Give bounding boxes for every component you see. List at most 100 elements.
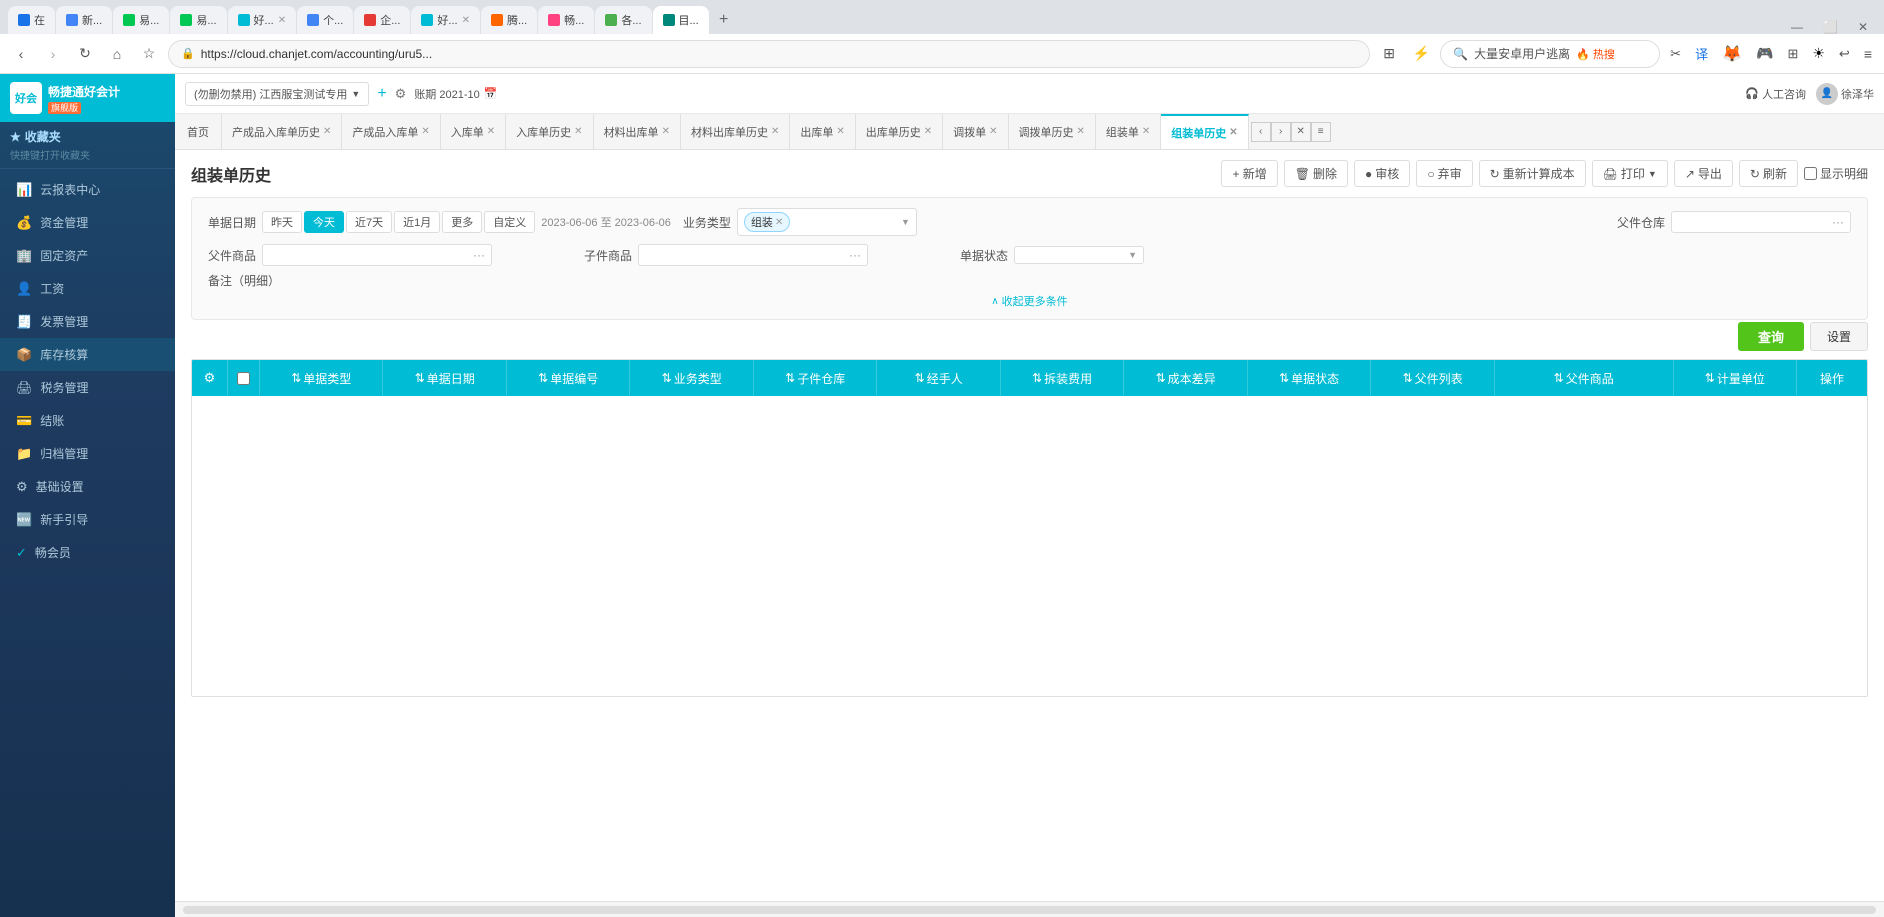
- date-btn-more[interactable]: 更多: [442, 211, 482, 233]
- tab-close-in-hist[interactable]: ✕: [574, 126, 582, 137]
- grid-icon[interactable]: ⊞: [1376, 41, 1402, 67]
- th-check[interactable]: [228, 360, 260, 396]
- new-button[interactable]: + 新增: [1221, 160, 1277, 187]
- tab-out-bill[interactable]: 出库单 ✕: [790, 114, 855, 150]
- th-disassemble-fee[interactable]: ⇅拆装费用: [1001, 360, 1124, 396]
- url-bar[interactable]: 🔒 https://cloud.chanjet.com/accounting/u…: [168, 40, 1370, 68]
- date-btn-7days[interactable]: 近7天: [346, 211, 392, 233]
- sidebar-item-guide[interactable]: 🆕 新手引导: [0, 503, 175, 536]
- sidebar-item-invoice[interactable]: 🧾 发票管理: [0, 305, 175, 338]
- tab-in-bill[interactable]: 入库单 ✕: [441, 114, 506, 150]
- sidebar-item-cloud-report[interactable]: 📊 云报表中心: [0, 173, 175, 206]
- tab-prod-in-hist[interactable]: 产成品入库单历史 ✕: [222, 114, 342, 150]
- tab-prod-in[interactable]: 产成品入库单 ✕: [342, 114, 440, 150]
- export-button[interactable]: ↗ 导出: [1674, 160, 1733, 187]
- tab-in-hist[interactable]: 入库单历史 ✕: [506, 114, 593, 150]
- th-cost-diff[interactable]: ⇅成本差异: [1124, 360, 1247, 396]
- tab-transfer[interactable]: 调拨单 ✕: [943, 114, 1008, 150]
- sidebar-item-stock[interactable]: 📦 库存核算: [0, 338, 175, 371]
- translate-icon[interactable]: 译: [1691, 44, 1712, 63]
- query-button[interactable]: 查询: [1738, 322, 1804, 351]
- tab-close-icon[interactable]: ✕: [462, 15, 470, 26]
- tab-item[interactable]: 个...: [297, 6, 353, 34]
- tab-close-out-bill[interactable]: ✕: [836, 126, 844, 137]
- tab-item[interactable]: 企...: [354, 6, 410, 34]
- menu-button[interactable]: ≡: [1860, 46, 1876, 62]
- th-handler[interactable]: ⇅经手人: [877, 360, 1000, 396]
- tag-close-biz-type[interactable]: ✕: [775, 217, 783, 228]
- tab-mat-out-hist[interactable]: 材料出库单历史 ✕: [681, 114, 790, 150]
- date-btn-today[interactable]: 今天: [304, 211, 344, 233]
- bill-status-select[interactable]: ▼: [1014, 246, 1144, 264]
- tab-item[interactable]: 各...: [595, 6, 651, 34]
- minimize-button[interactable]: —: [1783, 20, 1811, 34]
- sidebar-item-fund[interactable]: 💰 资金管理: [0, 206, 175, 239]
- tab-close-current[interactable]: ✕: [1291, 122, 1311, 142]
- th-unit[interactable]: ⇅计量单位: [1674, 360, 1797, 396]
- sidebar-item-tax[interactable]: 🖨 税务管理: [0, 371, 175, 404]
- tab-out-hist[interactable]: 出库单历史 ✕: [856, 114, 943, 150]
- maximize-button[interactable]: ⬜: [1815, 20, 1846, 34]
- tab-mat-out[interactable]: 材料出库单 ✕: [594, 114, 681, 150]
- forward-button[interactable]: ›: [40, 41, 66, 67]
- date-btn-1month[interactable]: 近1月: [394, 211, 440, 233]
- calendar-icon[interactable]: 📅: [484, 87, 498, 100]
- favorites-hint[interactable]: 快捷键打开收藏夹: [10, 147, 165, 162]
- recalc-cost-button[interactable]: ↻ 重新计算成本: [1479, 160, 1586, 187]
- tab-item[interactable]: 腾...: [481, 6, 537, 34]
- tab-more-icon[interactable]: ≡: [1311, 122, 1331, 142]
- th-bill-date[interactable]: ⇅单据日期: [383, 360, 506, 396]
- refresh-page-button[interactable]: ↻ 刷新: [1739, 160, 1798, 187]
- parent-warehouse-input[interactable]: ···: [1671, 211, 1851, 233]
- sidebar-item-fixed-asset[interactable]: 🏢 固定资产: [0, 239, 175, 272]
- delete-button[interactable]: 🗑 删除: [1284, 160, 1348, 187]
- collapse-button[interactable]: ∧ 收起更多条件: [991, 293, 1067, 309]
- game-icon[interactable]: 🎮: [1752, 45, 1777, 62]
- emoji-icon[interactable]: 🦊: [1718, 44, 1746, 64]
- extensions-button[interactable]: ⚡: [1408, 41, 1434, 67]
- home-button[interactable]: ⌂: [104, 41, 130, 67]
- abandon-button[interactable]: ○ 弃审: [1416, 160, 1472, 187]
- th-bill-no[interactable]: ⇅单据编号: [507, 360, 630, 396]
- sidebar-item-archive[interactable]: 📁 归档管理: [0, 437, 175, 470]
- th-parent-goods[interactable]: ⇅父件商品: [1495, 360, 1674, 396]
- tab-item[interactable]: 畅...: [538, 6, 594, 34]
- tab-close-out-hist[interactable]: ✕: [924, 126, 932, 137]
- bookmark-button[interactable]: ☆: [136, 41, 162, 67]
- date-btn-yesterday[interactable]: 昨天: [262, 211, 302, 233]
- th-bill-type[interactable]: ⇅单据类型: [260, 360, 383, 396]
- sidebar-item-member[interactable]: ✓ 畅会员: [0, 536, 175, 569]
- tab-item[interactable]: 在: [8, 6, 55, 34]
- tab-close-mat-out[interactable]: ✕: [662, 126, 670, 137]
- sidebar-item-checkout[interactable]: 💳 结账: [0, 404, 175, 437]
- tab-assemble-hist-active[interactable]: 组装单历史 ✕: [1161, 114, 1248, 150]
- th-bill-status[interactable]: ⇅单据状态: [1248, 360, 1371, 396]
- show-detail-checkbox[interactable]: [1804, 167, 1817, 180]
- tab-item-active[interactable]: 目...: [653, 6, 709, 34]
- th-child-warehouse[interactable]: ⇅子件仓库: [754, 360, 877, 396]
- sidebar-item-salary[interactable]: 👤 工资: [0, 272, 175, 305]
- refresh-button[interactable]: ↻: [72, 41, 98, 67]
- tab-close-transfer-hist[interactable]: ✕: [1077, 126, 1085, 137]
- back-button[interactable]: ‹: [8, 41, 34, 67]
- search-bar[interactable]: 🔍 大量安卓用户逃离 🔥 热搜: [1440, 40, 1660, 68]
- tab-item[interactable]: 好... ✕: [228, 6, 297, 34]
- tab-transfer-hist[interactable]: 调拨单历史 ✕: [1009, 114, 1096, 150]
- print-button[interactable]: 🖨 打印 ▼: [1592, 160, 1668, 187]
- tab-nav-next[interactable]: ›: [1271, 122, 1291, 142]
- biz-type-dropdown-icon[interactable]: ▼: [901, 217, 910, 227]
- tab-close-assemble-hist[interactable]: ✕: [1229, 127, 1237, 138]
- new-tab-button[interactable]: +: [710, 6, 738, 34]
- tab-close-prod-in[interactable]: ✕: [421, 126, 429, 137]
- tab-assemble[interactable]: 组装单 ✕: [1096, 114, 1161, 150]
- tab-close-prod-in-hist[interactable]: ✕: [323, 126, 331, 137]
- tab-item[interactable]: 易...: [170, 6, 226, 34]
- consulting-button[interactable]: 🎧 人工咨询: [1745, 86, 1806, 102]
- user-info[interactable]: 👤 徐泽华: [1816, 83, 1874, 105]
- th-biz-type[interactable]: ⇅业务类型: [630, 360, 753, 396]
- tab-close-icon[interactable]: ✕: [278, 15, 286, 26]
- tab-close-transfer[interactable]: ✕: [989, 126, 997, 137]
- child-goods-input[interactable]: ···: [638, 244, 868, 266]
- filter-settings-button[interactable]: 设置: [1810, 322, 1868, 351]
- close-button[interactable]: ✕: [1850, 20, 1876, 34]
